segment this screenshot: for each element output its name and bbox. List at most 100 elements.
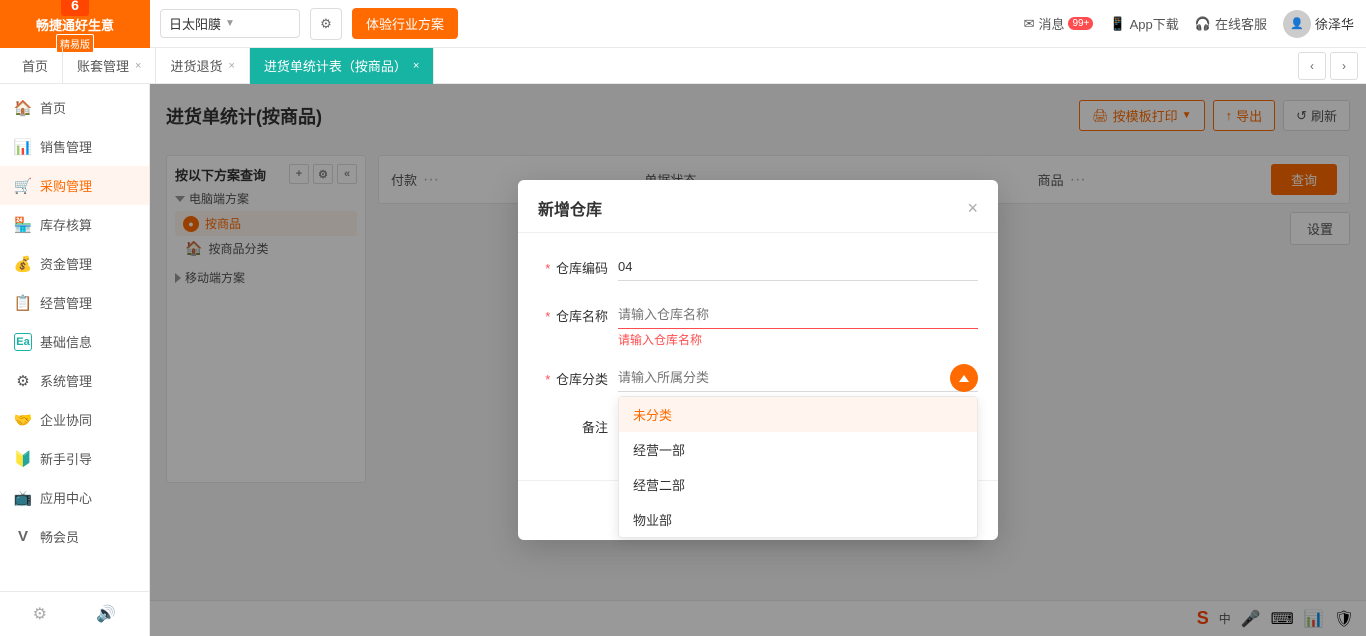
modal-overlay: 新增仓库 × * 仓库编码 <box>150 84 1366 636</box>
tab-purchase-return-close-icon[interactable]: × <box>228 60 234 72</box>
tab-bar: 首页 账套管理 × 进货退货 × 进货单统计表（按商品） × ‹ › <box>0 48 1366 84</box>
messages-button[interactable]: ✉ 消息 99+ <box>1024 14 1094 33</box>
warehouse-category-input[interactable] <box>618 364 978 392</box>
warehouse-code-input[interactable] <box>618 253 978 281</box>
tab-home[interactable]: 首页 <box>8 48 63 84</box>
sidebar-settings-icon[interactable]: ⚙ <box>33 604 47 624</box>
tab-next-icon[interactable]: › <box>1330 52 1358 80</box>
warehouse-category-row: * 仓库分类 未分类 <box>538 364 978 396</box>
sidebar: 🏠 首页 📊 销售管理 🛒 采购管理 🏪 库存核算 💰 资金管理 📋 经营管理 … <box>0 84 150 636</box>
system-icon: ⚙ <box>14 372 32 390</box>
headset-icon: 🎧 <box>1195 16 1211 32</box>
operations-icon: 📋 <box>14 294 32 312</box>
main-layout: 🏠 首页 📊 销售管理 🛒 采购管理 🏪 库存核算 💰 资金管理 📋 经营管理 … <box>0 84 1366 636</box>
sidebar-item-inventory[interactable]: 🏪 库存核算 <box>0 205 149 244</box>
dropdown-item-0[interactable]: 未分类 <box>619 397 977 432</box>
trial-button[interactable]: 体验行业方案 <box>352 8 458 39</box>
dropdown-item-3[interactable]: 物业部 <box>619 502 977 537</box>
tab-account-close-icon[interactable]: × <box>135 60 141 72</box>
sidebar-sales-label: 销售管理 <box>40 137 92 156</box>
store-name: 日太阳膜 <box>169 14 221 33</box>
sidebar-bottom: ⚙ 🔊 <box>0 591 149 636</box>
user-info[interactable]: 👤 徐泽华 <box>1283 10 1354 38</box>
sidebar-item-home[interactable]: 🏠 首页 <box>0 88 149 127</box>
sidebar-guide-label: 新手引导 <box>40 449 92 468</box>
store-selector[interactable]: 日太阳膜 ▼ <box>160 9 300 38</box>
warehouse-code-row: * 仓库编码 <box>538 253 978 285</box>
sidebar-finance-label: 资金管理 <box>40 254 92 273</box>
content-area: 进货单统计(按商品) 🖨 按模板打印 ▼ ↑ 导出 ↺ 刷新 <box>150 84 1366 636</box>
tab-purchase-stats-label: 进货单统计表（按商品） <box>264 56 407 75</box>
add-warehouse-modal: 新增仓库 × * 仓库编码 <box>518 180 998 540</box>
mobile-icon: 📱 <box>1109 16 1125 32</box>
sidebar-item-operations[interactable]: 📋 经营管理 <box>0 283 149 322</box>
tab-account[interactable]: 账套管理 × <box>63 48 156 84</box>
tab-purchase-return-label: 进货退货 <box>170 56 222 75</box>
app-download-label: App下载 <box>1130 14 1179 33</box>
online-service-label: 在线客服 <box>1215 14 1267 33</box>
sidebar-purchase-label: 采购管理 <box>40 176 92 195</box>
sidebar-system-label: 系统管理 <box>40 371 92 390</box>
tab-actions: ‹ › <box>1298 52 1358 80</box>
warehouse-name-label: * 仓库名称 <box>538 301 618 333</box>
warehouse-name-input[interactable] <box>618 301 978 329</box>
vip-icon: V <box>14 528 32 546</box>
warehouse-name-error: 请输入仓库名称 <box>618 331 978 348</box>
tab-purchase-stats[interactable]: 进货单统计表（按商品） × <box>250 48 434 84</box>
sidebar-item-app-center[interactable]: 📺 应用中心 <box>0 478 149 517</box>
sidebar-item-enterprise[interactable]: 🤝 企业协同 <box>0 400 149 439</box>
enterprise-icon: 🤝 <box>14 411 32 429</box>
logo-title: 畅捷通好生意 <box>36 18 114 35</box>
online-service-button[interactable]: 🎧 在线客服 <box>1195 14 1267 33</box>
header-right: ✉ 消息 99+ 📱 App下载 🎧 在线客服 👤 徐泽华 <box>1024 10 1354 38</box>
app-download-button[interactable]: 📱 App下载 <box>1109 14 1178 33</box>
top-header: 6 畅捷通好生意 精易版 日太阳膜 ▼ ⚙ 体验行业方案 ✉ 消息 99+ 📱 … <box>0 0 1366 48</box>
finance-icon: 💰 <box>14 255 32 273</box>
modal-header: 新增仓库 × <box>518 180 998 233</box>
required-star-1: * <box>545 261 550 276</box>
tab-prev-icon[interactable]: ‹ <box>1298 52 1326 80</box>
required-star-3: * <box>545 372 550 387</box>
tab-account-label: 账套管理 <box>77 56 129 75</box>
dropdown-item-2[interactable]: 经营二部 <box>619 467 977 502</box>
sidebar-item-vip[interactable]: V 畅会员 <box>0 517 149 556</box>
purchase-icon: 🛒 <box>14 177 32 195</box>
warehouse-code-wrap <box>618 253 978 281</box>
warehouse-name-row: * 仓库名称 请输入仓库名称 <box>538 301 978 348</box>
basic-info-icon: Ea <box>14 333 32 351</box>
tab-purchase-stats-close-icon[interactable]: × <box>413 60 419 72</box>
message-icon: ✉ <box>1024 16 1035 32</box>
notes-label: 备注 <box>538 412 618 444</box>
sidebar-enterprise-label: 企业协同 <box>40 410 92 429</box>
inventory-icon: 🏪 <box>14 216 32 234</box>
sidebar-vip-label: 畅会员 <box>40 527 79 546</box>
notification-badge: 99+ <box>1068 17 1093 30</box>
modal-title: 新增仓库 <box>538 196 602 220</box>
warehouse-name-wrap: 请输入仓库名称 <box>618 301 978 348</box>
username: 徐泽华 <box>1315 14 1354 33</box>
sidebar-item-basic-info[interactable]: Ea 基础信息 <box>0 322 149 361</box>
sidebar-item-purchase[interactable]: 🛒 采购管理 <box>0 166 149 205</box>
sidebar-basic-info-label: 基础信息 <box>40 332 92 351</box>
home-icon: 🏠 <box>14 99 32 117</box>
sidebar-speaker-icon[interactable]: 🔊 <box>96 604 116 624</box>
sidebar-home-label: 首页 <box>40 98 66 117</box>
dropdown-item-1[interactable]: 经营一部 <box>619 432 977 467</box>
logo-area: 6 畅捷通好生意 精易版 <box>0 0 150 48</box>
modal-close-icon[interactable]: × <box>967 199 978 217</box>
app-center-icon: 📺 <box>14 489 32 507</box>
warehouse-category-wrap: 未分类 经营一部 经营二部 物业部 <box>618 364 978 392</box>
settings-icon[interactable]: ⚙ <box>310 8 342 40</box>
sidebar-inventory-label: 库存核算 <box>40 215 92 234</box>
guide-icon: 🔰 <box>14 450 32 468</box>
sidebar-app-center-label: 应用中心 <box>40 488 92 507</box>
tab-purchase-return[interactable]: 进货退货 × <box>156 48 249 84</box>
sidebar-item-system[interactable]: ⚙ 系统管理 <box>0 361 149 400</box>
messages-label: 消息 <box>1038 14 1064 33</box>
sidebar-item-sales[interactable]: 📊 销售管理 <box>0 127 149 166</box>
category-dropdown-arrow[interactable] <box>950 364 978 392</box>
sidebar-item-guide[interactable]: 🔰 新手引导 <box>0 439 149 478</box>
sidebar-item-finance[interactable]: 💰 资金管理 <box>0 244 149 283</box>
sales-icon: 📊 <box>14 138 32 156</box>
warehouse-code-label: * 仓库编码 <box>538 253 618 285</box>
